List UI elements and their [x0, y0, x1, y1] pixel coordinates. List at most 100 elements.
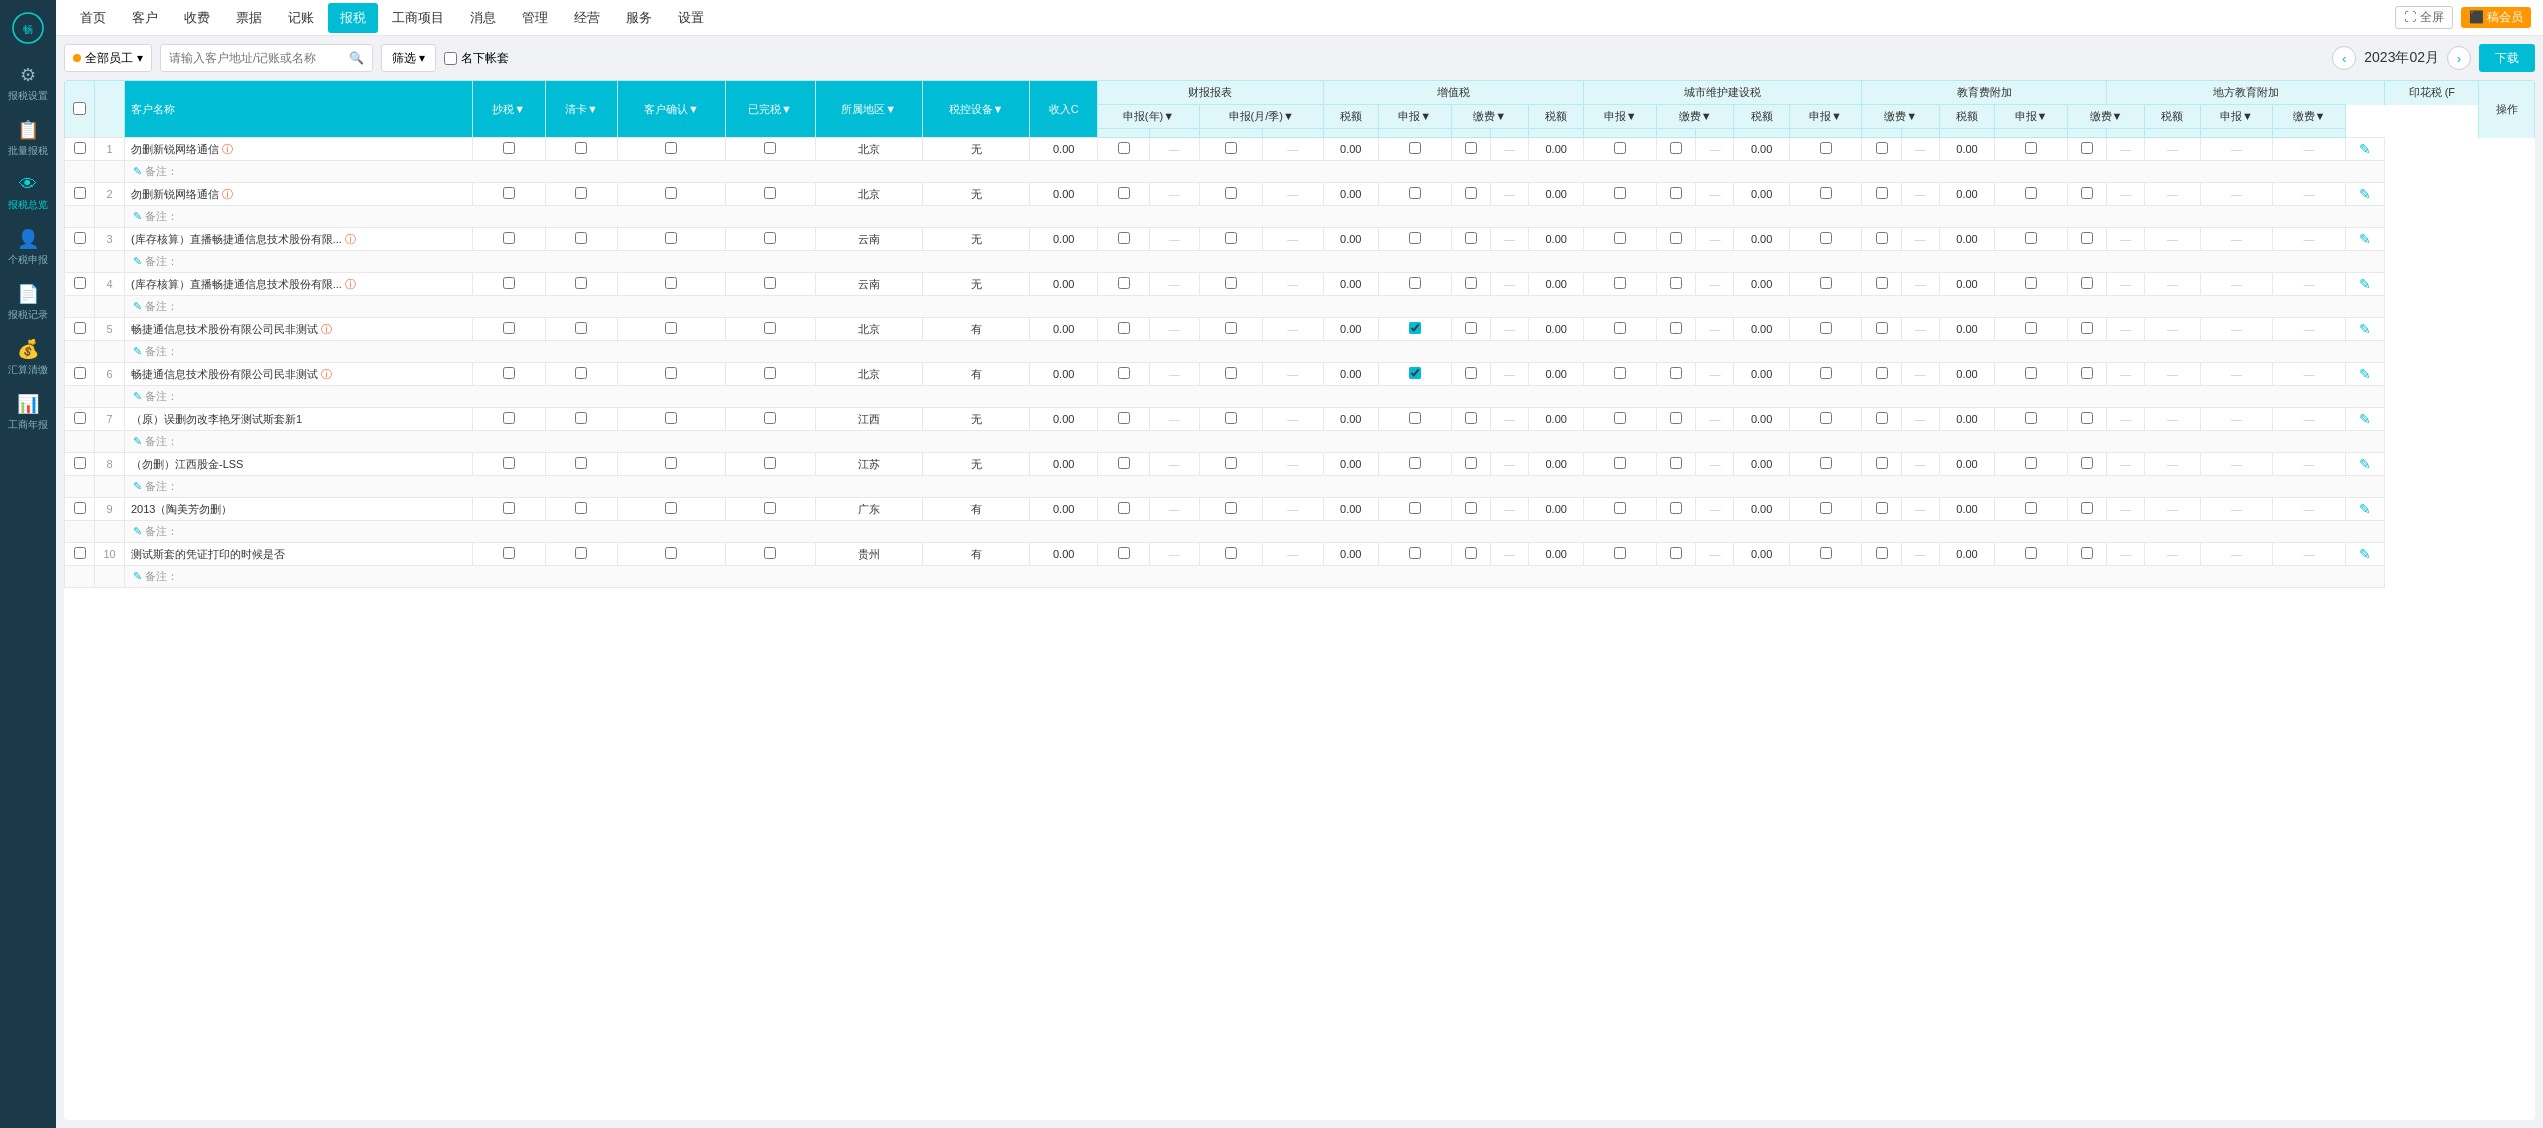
- vat-pay1-checkbox[interactable]: [1465, 367, 1477, 379]
- local-declare-checkbox[interactable]: [2025, 502, 2037, 514]
- local-pay1-checkbox[interactable]: [2081, 367, 2093, 379]
- city-declare-checkbox[interactable]: [1614, 547, 1626, 559]
- note-edit-icon[interactable]: ✎: [133, 525, 142, 537]
- paid-checkbox[interactable]: [764, 502, 776, 514]
- local-pay1-checkbox[interactable]: [2081, 502, 2093, 514]
- paid-checkbox[interactable]: [764, 457, 776, 469]
- confirm-checkbox[interactable]: [665, 322, 677, 334]
- edu-pay1-checkbox[interactable]: [1876, 412, 1888, 424]
- chaoshui-checkbox[interactable]: [503, 232, 515, 244]
- nav-commerce[interactable]: 工商项目: [380, 3, 456, 33]
- edit-icon[interactable]: ✎: [2359, 366, 2371, 382]
- fin-y1-checkbox[interactable]: [1118, 142, 1130, 154]
- local-declare-checkbox[interactable]: [2025, 547, 2037, 559]
- note-edit-icon[interactable]: ✎: [133, 210, 142, 222]
- city-pay1-checkbox[interactable]: [1670, 232, 1682, 244]
- city-pay1-checkbox[interactable]: [1670, 547, 1682, 559]
- cell-checkbox[interactable]: [1409, 232, 1421, 244]
- chaoshui-checkbox[interactable]: [503, 277, 515, 289]
- city-pay1-checkbox[interactable]: [1670, 142, 1682, 154]
- qingka-checkbox[interactable]: [575, 232, 587, 244]
- row-checkbox[interactable]: [74, 277, 86, 289]
- cell-checkbox[interactable]: [1409, 142, 1421, 154]
- chaoshui-checkbox[interactable]: [503, 187, 515, 199]
- chaoshui-checkbox[interactable]: [503, 502, 515, 514]
- nav-bookkeeping[interactable]: 记账: [276, 3, 326, 33]
- row-checkbox[interactable]: [74, 142, 86, 154]
- chaoshui-checkbox[interactable]: [503, 142, 515, 154]
- edu-pay1-checkbox[interactable]: [1876, 232, 1888, 244]
- city-pay1-checkbox[interactable]: [1670, 457, 1682, 469]
- edit-icon[interactable]: ✎: [2359, 276, 2371, 292]
- edu-pay1-checkbox[interactable]: [1876, 457, 1888, 469]
- qingka-checkbox[interactable]: [575, 322, 587, 334]
- nav-tax[interactable]: 报税: [328, 3, 378, 33]
- sidebar-item-annual-settle[interactable]: 💰 汇算清缴: [0, 330, 56, 385]
- edu-pay1-checkbox[interactable]: [1876, 502, 1888, 514]
- confirm-checkbox[interactable]: [665, 277, 677, 289]
- fin-y1-checkbox[interactable]: [1118, 277, 1130, 289]
- nav-settings[interactable]: 设置: [666, 3, 716, 33]
- city-pay1-checkbox[interactable]: [1670, 412, 1682, 424]
- qingka-checkbox[interactable]: [575, 367, 587, 379]
- edit-icon[interactable]: ✎: [2359, 321, 2371, 337]
- filter-button[interactable]: 筛选 ▾: [381, 44, 436, 72]
- local-declare-checkbox[interactable]: [2025, 412, 2037, 424]
- edu-pay1-checkbox[interactable]: [1876, 142, 1888, 154]
- nav-home[interactable]: 首页: [68, 3, 118, 33]
- chaoshui-checkbox[interactable]: [503, 547, 515, 559]
- city-declare-checkbox[interactable]: [1614, 232, 1626, 244]
- fin-y1-checkbox[interactable]: [1118, 547, 1130, 559]
- local-pay1-checkbox[interactable]: [2081, 547, 2093, 559]
- fin-m1-checkbox[interactable]: [1225, 412, 1237, 424]
- paid-checkbox[interactable]: [764, 367, 776, 379]
- row-checkbox[interactable]: [74, 322, 86, 334]
- city-pay1-checkbox[interactable]: [1670, 367, 1682, 379]
- edit-icon[interactable]: ✎: [2359, 411, 2371, 427]
- confirm-checkbox[interactable]: [665, 547, 677, 559]
- edu-declare-checkbox[interactable]: [1820, 367, 1832, 379]
- row-checkbox[interactable]: [74, 412, 86, 424]
- qingka-checkbox[interactable]: [575, 412, 587, 424]
- fin-y1-checkbox[interactable]: [1118, 457, 1130, 469]
- local-pay1-checkbox[interactable]: [2081, 322, 2093, 334]
- sidebar-item-tax-overview[interactable]: 👁 报税总览: [0, 166, 56, 220]
- note-edit-icon[interactable]: ✎: [133, 480, 142, 492]
- city-declare-checkbox[interactable]: [1614, 457, 1626, 469]
- cell-checkbox[interactable]: [1409, 502, 1421, 514]
- edu-pay1-checkbox[interactable]: [1876, 187, 1888, 199]
- city-declare-checkbox[interactable]: [1614, 277, 1626, 289]
- nav-service[interactable]: 服务: [614, 3, 664, 33]
- nav-billing[interactable]: 收费: [172, 3, 222, 33]
- city-declare-checkbox[interactable]: [1614, 367, 1626, 379]
- nav-operation[interactable]: 经营: [562, 3, 612, 33]
- qingka-checkbox[interactable]: [575, 502, 587, 514]
- fin-y1-checkbox[interactable]: [1118, 367, 1130, 379]
- sidebar-item-batch-tax[interactable]: 📋 批量报税: [0, 111, 56, 166]
- city-declare-checkbox[interactable]: [1614, 187, 1626, 199]
- paid-checkbox[interactable]: [764, 277, 776, 289]
- select-all-checkbox[interactable]: [73, 102, 86, 115]
- vat-pay1-checkbox[interactable]: [1465, 232, 1477, 244]
- checkbox-input[interactable]: [444, 52, 457, 65]
- confirm-checkbox[interactable]: [665, 367, 677, 379]
- edu-pay1-checkbox[interactable]: [1876, 277, 1888, 289]
- note-edit-icon[interactable]: ✎: [133, 570, 142, 582]
- paid-checkbox[interactable]: [764, 232, 776, 244]
- local-pay1-checkbox[interactable]: [2081, 412, 2093, 424]
- note-edit-icon[interactable]: ✎: [133, 390, 142, 402]
- chaoshui-checkbox[interactable]: [503, 457, 515, 469]
- nav-manage[interactable]: 管理: [510, 3, 560, 33]
- confirm-checkbox[interactable]: [665, 412, 677, 424]
- qingka-checkbox[interactable]: [575, 547, 587, 559]
- confirm-checkbox[interactable]: [665, 457, 677, 469]
- local-pay1-checkbox[interactable]: [2081, 187, 2093, 199]
- vat-pay1-checkbox[interactable]: [1465, 547, 1477, 559]
- fin-m1-checkbox[interactable]: [1225, 502, 1237, 514]
- sidebar-item-personal-tax[interactable]: 👤 个税申报: [0, 220, 56, 275]
- chaoshui-checkbox[interactable]: [503, 367, 515, 379]
- city-pay1-checkbox[interactable]: [1670, 187, 1682, 199]
- edu-declare-checkbox[interactable]: [1820, 232, 1832, 244]
- cell-checkbox[interactable]: [1409, 412, 1421, 424]
- edit-icon[interactable]: ✎: [2359, 546, 2371, 562]
